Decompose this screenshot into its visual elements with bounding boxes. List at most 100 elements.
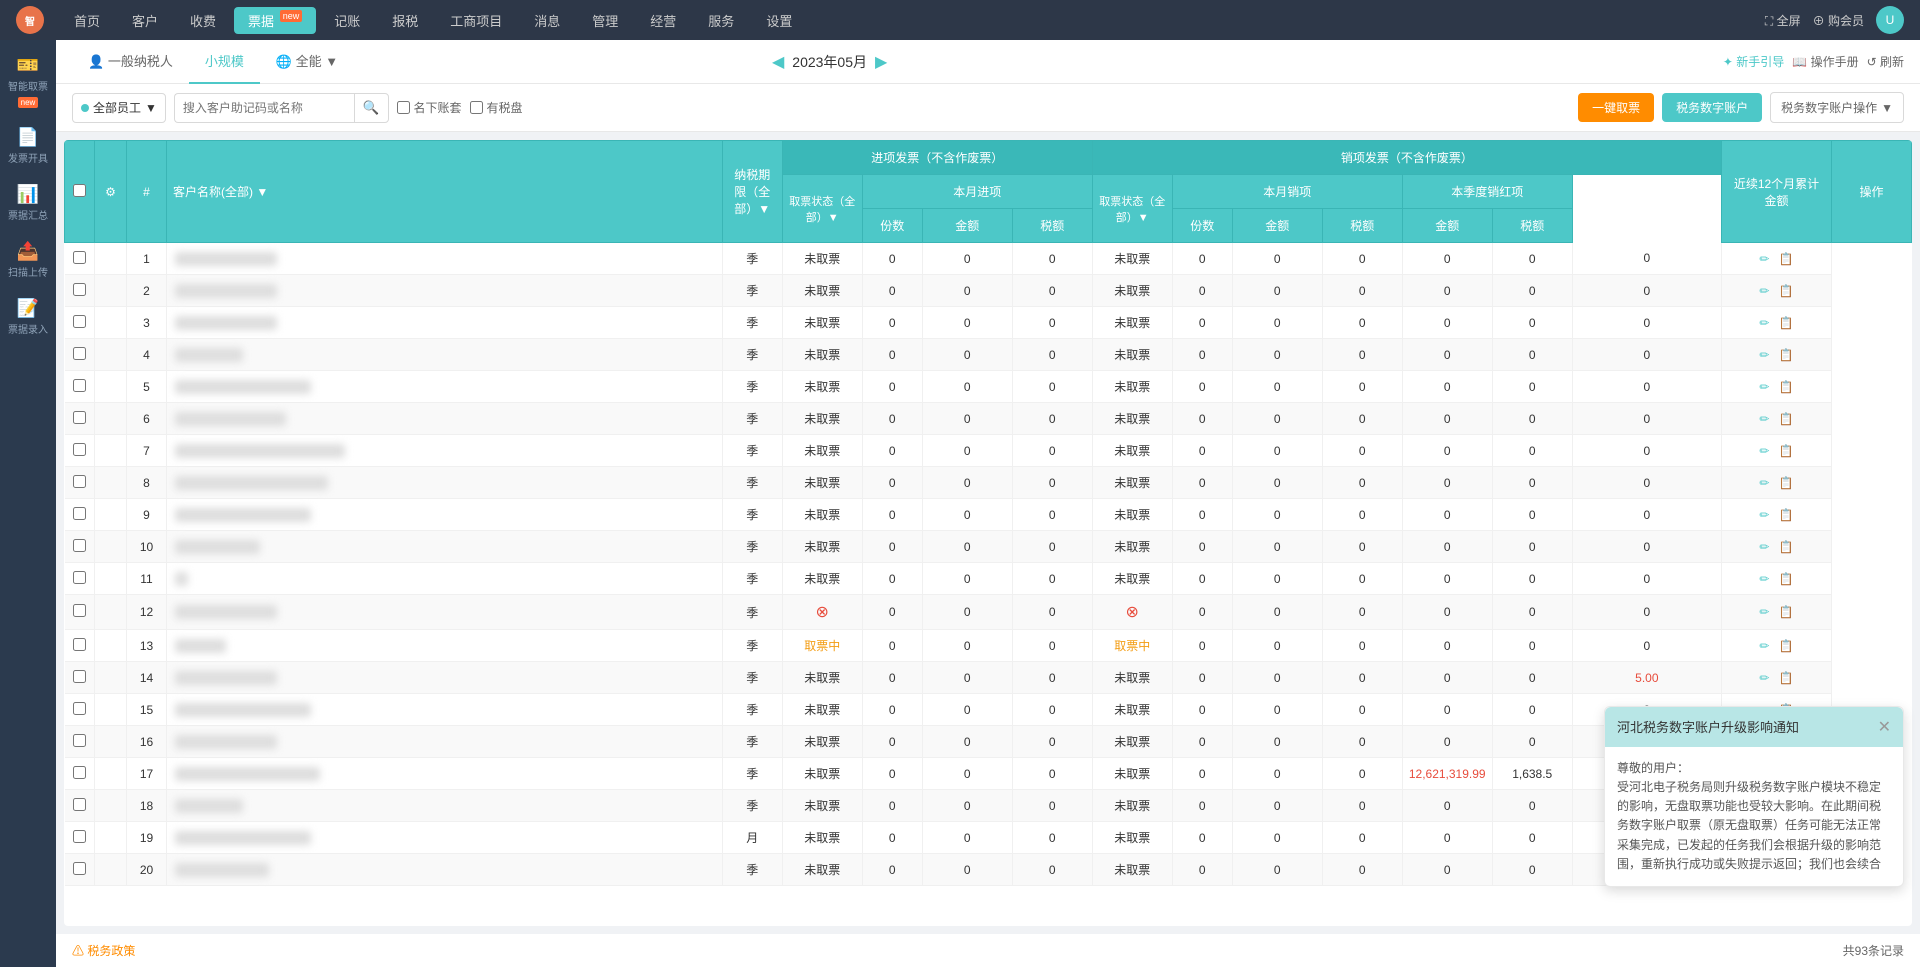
row-checkbox[interactable] [73,379,86,392]
row-customer-name[interactable]: ██████████████████ [167,467,723,499]
edit-button[interactable]: ✏ [1759,540,1769,554]
nav-accounting[interactable]: 记账 [320,7,374,34]
row-sales-status[interactable]: 未取票 [1092,563,1172,595]
search-button[interactable]: 🔍 [354,93,389,123]
row-income-status[interactable]: 未取票 [782,499,862,531]
row-checkbox[interactable] [73,571,86,584]
sidebar-item-smart-ticket[interactable]: 🎫 智能取票 new [4,48,52,116]
copy-button[interactable]: 📋 [1779,671,1794,685]
row-sales-status[interactable]: 未取票 [1092,467,1172,499]
row-income-status[interactable]: 未取票 [782,371,862,403]
th-customer-name[interactable]: 客户名称(全部) ▼ [167,141,723,243]
row-customer-name[interactable]: ████████ [167,790,723,822]
row-checkbox[interactable] [73,507,86,520]
row-income-status[interactable]: 未取票 [782,243,862,275]
copy-button[interactable]: 📋 [1779,284,1794,298]
th-sales-status[interactable]: 取票状态（全部）▼ [1092,175,1172,243]
taxdisk-checkbox-label[interactable]: 有税盘 [470,99,523,116]
row-income-status[interactable]: 未取票 [782,726,862,758]
th-settings[interactable]: ⚙ [95,141,127,243]
row-sales-status[interactable]: 取票中 [1092,630,1172,662]
row-sales-status[interactable]: 未取票 [1092,371,1172,403]
row-income-status[interactable]: 未取票 [782,403,862,435]
select-all-checkbox[interactable] [73,184,86,197]
date-prev-button[interactable]: ◀ [772,52,784,72]
row-sales-status[interactable]: 未取票 [1092,790,1172,822]
row-sales-status[interactable]: 未取票 [1092,854,1172,886]
tab-all[interactable]: 🌐 全能 ▼ [260,40,354,84]
nav-settings[interactable]: 设置 [752,7,806,34]
row-checkbox[interactable] [73,347,86,360]
edit-button[interactable]: ✏ [1759,508,1769,522]
row-income-status[interactable]: 未取票 [782,854,862,886]
new-guide-button[interactable]: ✦ 新手引导 [1723,53,1784,70]
row-income-status[interactable]: 未取票 [782,435,862,467]
popup-close-button[interactable]: ✕ [1878,717,1891,737]
edit-button[interactable]: ✏ [1759,639,1769,653]
myaccount-checkbox-label[interactable]: 名下账套 [397,99,462,116]
row-checkbox[interactable] [73,283,86,296]
edit-button[interactable]: ✏ [1759,284,1769,298]
row-sales-status[interactable]: 未取票 [1092,339,1172,371]
nav-invoice[interactable]: 票据 new [234,7,316,34]
manual-button[interactable]: 📖 操作手册 [1792,53,1858,70]
edit-button[interactable]: ✏ [1759,412,1769,426]
row-checkbox[interactable] [73,411,86,424]
row-income-status[interactable]: 未取票 [782,563,862,595]
row-income-status[interactable]: 未取票 [782,758,862,790]
row-income-status[interactable]: 未取票 [782,662,862,694]
copy-button[interactable]: 📋 [1779,605,1794,619]
row-income-status[interactable]: 未取票 [782,790,862,822]
copy-button[interactable]: 📋 [1779,476,1794,490]
myaccount-checkbox[interactable] [397,101,410,114]
row-checkbox[interactable] [73,734,86,747]
row-customer-name[interactable]: ████████████ [167,243,723,275]
row-sales-status[interactable]: 未取票 [1092,531,1172,563]
copy-button[interactable]: 📋 [1779,380,1794,394]
row-checkbox[interactable] [73,539,86,552]
nav-billing[interactable]: 收费 [176,7,230,34]
th-income-status[interactable]: 取票状态（全部）▼ [782,175,862,243]
sidebar-item-scan[interactable]: 📤 扫描上传 [4,234,52,287]
vip-button[interactable]: ⊕ 购会员 [1813,12,1864,29]
row-sales-status[interactable]: 未取票 [1092,662,1172,694]
digital-tax-operation-button[interactable]: 税务数字账户操作 ▼ [1770,92,1904,123]
row-sales-status[interactable]: 未取票 [1092,726,1172,758]
edit-button[interactable]: ✏ [1759,316,1769,330]
row-sales-status[interactable]: 未取票 [1092,758,1172,790]
copy-button[interactable]: 📋 [1779,444,1794,458]
row-customer-name[interactable]: ████████████ [167,726,723,758]
row-customer-name[interactable]: ea [167,563,723,595]
row-customer-name[interactable]: ████████████ [167,307,723,339]
copy-button[interactable]: 📋 [1779,508,1794,522]
row-income-status[interactable]: 未取票 [782,531,862,563]
date-next-button[interactable]: ▶ [875,52,887,72]
sidebar-item-entry[interactable]: 📝 票据录入 [4,291,52,344]
row-checkbox[interactable] [73,475,86,488]
refresh-button[interactable]: ↺ 刷新 [1867,53,1904,70]
copy-button[interactable]: 📋 [1779,639,1794,653]
copy-button[interactable]: 📋 [1779,540,1794,554]
edit-button[interactable]: ✏ [1759,605,1769,619]
row-checkbox[interactable] [73,315,86,328]
nav-business[interactable]: 工商项目 [436,7,516,34]
edit-button[interactable]: ✏ [1759,476,1769,490]
nav-home[interactable]: 首页 [60,7,114,34]
row-sales-status[interactable]: 未取票 [1092,822,1172,854]
row-sales-status[interactable]: 未取票 [1092,275,1172,307]
row-customer-name[interactable]: ████████████████ [167,822,723,854]
row-checkbox[interactable] [73,702,86,715]
row-customer-name[interactable]: ████████████ [167,595,723,630]
sidebar-item-invoice-open[interactable]: 📄 发票开具 [4,120,52,173]
row-income-status[interactable]: 未取票 [782,822,862,854]
row-income-status[interactable]: 取票中 [782,630,862,662]
row-customer-name[interactable]: ████████████████ [167,499,723,531]
copy-button[interactable]: 📋 [1779,412,1794,426]
row-customer-name[interactable]: ████████████████████ [167,435,723,467]
row-sales-status[interactable]: 未取票 [1092,307,1172,339]
copy-button[interactable]: 📋 [1779,348,1794,362]
edit-button[interactable]: ✏ [1759,348,1769,362]
row-sales-status[interactable]: 未取票 [1092,243,1172,275]
row-checkbox[interactable] [73,251,86,264]
digital-tax-button[interactable]: 税务数字账户 [1662,93,1762,122]
